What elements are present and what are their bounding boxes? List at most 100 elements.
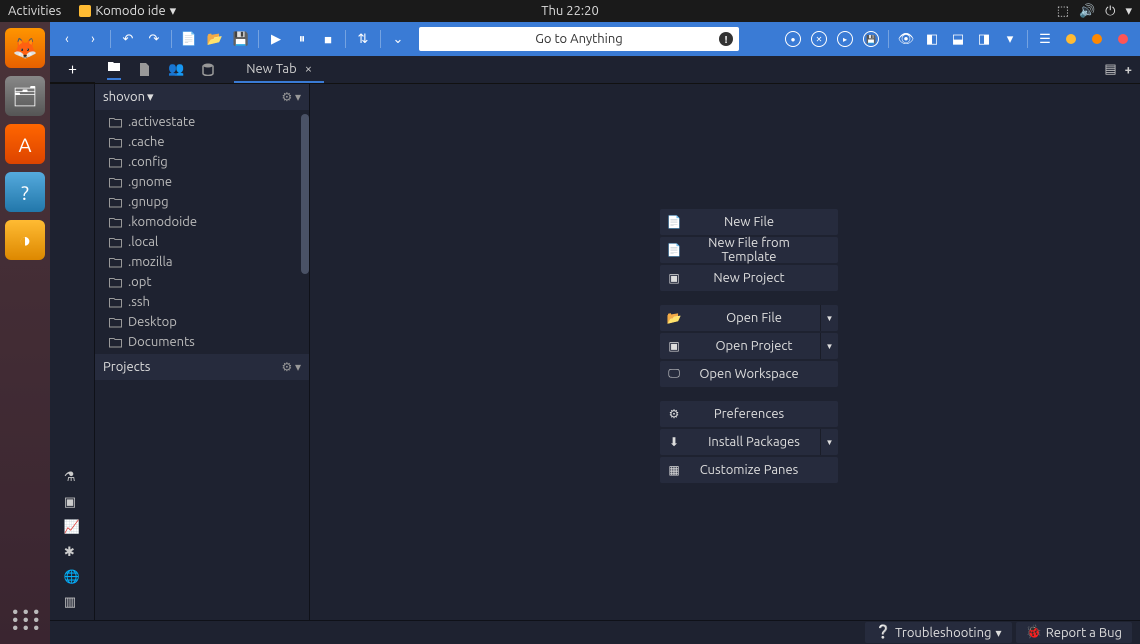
- save-macro-button[interactable]: 💾: [860, 28, 882, 50]
- komodo-dock-icon[interactable]: ◑: [5, 220, 45, 260]
- left-pane-button[interactable]: ◧: [921, 28, 943, 50]
- chevron-down-icon[interactable]: ▼: [820, 305, 838, 331]
- book-icon[interactable]: ▥: [64, 595, 80, 610]
- folder-item[interactable]: .opt: [95, 272, 309, 292]
- report-bug-button[interactable]: 🐞Report a Bug: [1016, 622, 1132, 643]
- gear-icon[interactable]: ⚙ ▾: [281, 360, 301, 374]
- tab-bar: + 👥 New Tab × ▤ +: [50, 56, 1140, 84]
- new-file-template-button[interactable]: 📄New File from Template: [660, 237, 838, 263]
- more-button[interactable]: ⌄: [387, 28, 409, 50]
- folder-item[interactable]: .gnome: [95, 172, 309, 192]
- tab-new[interactable]: New Tab ×: [234, 56, 324, 83]
- info-icon[interactable]: !: [719, 32, 733, 46]
- goto-placeholder: Go to Anything: [535, 32, 623, 46]
- collab-tab-icon[interactable]: 👥: [168, 62, 184, 77]
- install-packages-button[interactable]: ⬇Install Packages▼: [660, 429, 838, 455]
- status-yellow-icon[interactable]: [1060, 28, 1082, 50]
- projects-header[interactable]: Projects ⚙ ▾: [95, 354, 309, 380]
- folder-item[interactable]: .activestate: [95, 112, 309, 132]
- folder-item[interactable]: .config: [95, 152, 309, 172]
- list-view-icon[interactable]: ▤: [1104, 62, 1116, 77]
- folder-item[interactable]: .komodoide: [95, 212, 309, 232]
- firefox-icon[interactable]: 🦊: [5, 28, 45, 68]
- chart-icon[interactable]: 📈: [64, 520, 80, 535]
- play-macro-button[interactable]: ▸: [834, 28, 856, 50]
- new-project-button[interactable]: ▣New Project: [660, 265, 838, 291]
- save-button[interactable]: 💾: [230, 28, 252, 50]
- sort-button[interactable]: ⇅: [352, 28, 374, 50]
- new-file-button[interactable]: 📄: [178, 28, 200, 50]
- main-toolbar: ‹ › ↶ ↷ 📄 📂 💾 ▶ ⏸ ■ ⇅ ⌄ Go to Anything !…: [50, 22, 1140, 56]
- preferences-button[interactable]: ⚙Preferences: [660, 401, 838, 427]
- places-tab-icon[interactable]: [107, 60, 121, 80]
- forward-button[interactable]: ›: [82, 28, 104, 50]
- folder-item[interactable]: .local: [95, 232, 309, 252]
- db-tab-icon[interactable]: [202, 63, 214, 76]
- clock[interactable]: Thu 22:20: [541, 4, 599, 18]
- menu-button[interactable]: ☰: [1034, 28, 1056, 50]
- sidebar-tabs: 👥: [95, 56, 226, 83]
- chevron-down-icon[interactable]: ▼: [820, 429, 838, 455]
- flask-icon[interactable]: ⚗: [64, 470, 80, 485]
- network-icon[interactable]: ⬚: [1057, 4, 1069, 19]
- regex-icon[interactable]: ✱: [64, 545, 80, 560]
- help-icon[interactable]: ?: [5, 172, 45, 212]
- folder-icon: [109, 117, 122, 128]
- folder-icon: [109, 257, 122, 268]
- folder-item[interactable]: Desktop: [95, 312, 309, 332]
- dropdown-icon[interactable]: ▾: [1125, 4, 1132, 19]
- scrollbar[interactable]: [301, 114, 309, 274]
- redo-button[interactable]: ↷: [143, 28, 165, 50]
- record-macro-button[interactable]: ●: [782, 28, 804, 50]
- pane-dropdown-button[interactable]: ▾: [999, 28, 1021, 50]
- bottom-pane-button[interactable]: ⬓: [947, 28, 969, 50]
- troubleshooting-button[interactable]: ❔Troubleshooting ▾: [865, 622, 1012, 643]
- app-grid-icon[interactable]: •••••••••: [12, 608, 43, 632]
- folder-item[interactable]: Documents: [95, 332, 309, 352]
- gear-icon[interactable]: ⚙ ▾: [281, 90, 301, 104]
- add-tab-button[interactable]: +: [1125, 63, 1132, 77]
- status-orange-icon[interactable]: [1086, 28, 1108, 50]
- files-icon[interactable]: 🗂: [5, 76, 45, 116]
- play-button[interactable]: ▶: [265, 28, 287, 50]
- power-icon[interactable]: ⏻: [1105, 4, 1115, 19]
- goto-anything-input[interactable]: Go to Anything !: [419, 27, 739, 51]
- activities-button[interactable]: Activities: [8, 4, 61, 18]
- folder-icon: [109, 337, 122, 348]
- app-menu[interactable]: Komodo ide ▾: [79, 4, 176, 19]
- preview-button[interactable]: 👁: [895, 28, 917, 50]
- new-file-button[interactable]: 📄New File: [660, 209, 838, 235]
- add-side-tab-button[interactable]: +: [68, 60, 77, 78]
- file-tab-icon[interactable]: [139, 63, 150, 76]
- cancel-macro-button[interactable]: ✕: [808, 28, 830, 50]
- status-red-icon[interactable]: [1112, 28, 1134, 50]
- project-open-icon: ▣: [660, 339, 688, 353]
- os-top-bar: Activities Komodo ide ▾ Thu 22:20 ⬚ 🔊 ⏻ …: [0, 0, 1140, 22]
- open-project-button[interactable]: ▣Open Project▼: [660, 333, 838, 359]
- web-icon[interactable]: 🌐: [64, 570, 80, 585]
- open-file-button[interactable]: 📂: [204, 28, 226, 50]
- file-plus-icon: 📄: [660, 215, 688, 229]
- volume-icon[interactable]: 🔊: [1079, 4, 1095, 19]
- project-icon: ▣: [660, 271, 688, 285]
- chevron-down-icon[interactable]: ▼: [820, 333, 838, 359]
- close-tab-icon[interactable]: ×: [305, 62, 312, 76]
- customize-panes-button[interactable]: ▦Customize Panes: [660, 457, 838, 483]
- right-pane-button[interactable]: ◨: [973, 28, 995, 50]
- folder-icon: [109, 237, 122, 248]
- places-header[interactable]: shovon▾ ⚙ ▾: [95, 84, 309, 110]
- folder-item[interactable]: .gnupg: [95, 192, 309, 212]
- template-icon: 📄: [660, 243, 688, 257]
- software-icon[interactable]: A: [5, 124, 45, 164]
- terminal-icon[interactable]: ▣: [64, 495, 80, 510]
- back-button[interactable]: ‹: [56, 28, 78, 50]
- open-workspace-button[interactable]: 🖵Open Workspace: [660, 361, 838, 387]
- folder-item[interactable]: .ssh: [95, 292, 309, 312]
- undo-button[interactable]: ↶: [117, 28, 139, 50]
- open-file-button[interactable]: 📂Open File▼: [660, 305, 838, 331]
- pause-button[interactable]: ⏸: [291, 28, 313, 50]
- folder-icon: [109, 217, 122, 228]
- folder-item[interactable]: .mozilla: [95, 252, 309, 272]
- folder-item[interactable]: .cache: [95, 132, 309, 152]
- stop-button[interactable]: ■: [317, 28, 339, 50]
